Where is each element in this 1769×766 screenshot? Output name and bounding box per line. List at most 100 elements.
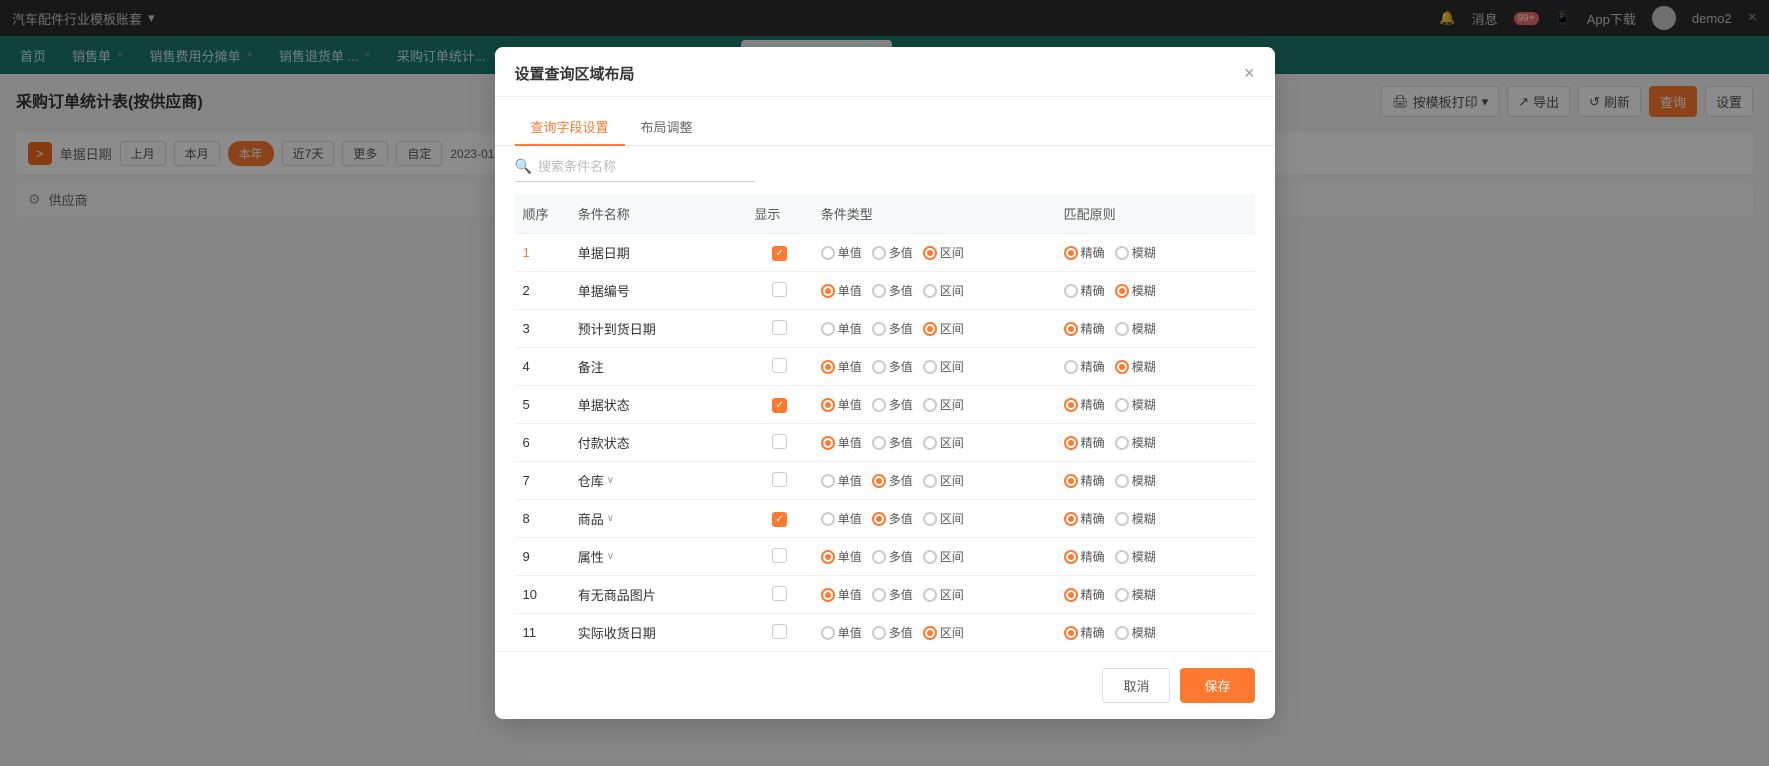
row-display [746, 462, 812, 500]
radio-label: 多值 [889, 320, 913, 337]
type-option-多值[interactable]: 多值 [872, 624, 913, 641]
type-option-多值[interactable]: 多值 [872, 548, 913, 565]
type-option-单值[interactable]: 单值 [821, 434, 862, 451]
radio-circle [1115, 550, 1129, 564]
display-checkbox[interactable] [772, 472, 787, 487]
match-option-模糊[interactable]: 模糊 [1115, 244, 1156, 261]
display-checkbox[interactable] [772, 512, 787, 527]
match-option-精确[interactable]: 精确 [1064, 282, 1105, 299]
radio-label: 模糊 [1132, 282, 1156, 299]
type-option-区间[interactable]: 区间 [923, 624, 964, 641]
radio-label: 单值 [838, 358, 862, 375]
row-order: 10 [515, 576, 570, 614]
type-option-单值[interactable]: 单值 [821, 358, 862, 375]
tab-query-fields[interactable]: 查询字段设置 [515, 109, 625, 146]
search-input[interactable] [538, 159, 738, 174]
display-checkbox[interactable] [772, 548, 787, 563]
type-option-多值[interactable]: 多值 [872, 586, 913, 603]
type-option-区间[interactable]: 区间 [923, 282, 964, 299]
type-option-单值[interactable]: 单值 [821, 624, 862, 641]
type-option-区间[interactable]: 区间 [923, 244, 964, 261]
type-option-单值[interactable]: 单值 [821, 586, 862, 603]
match-option-模糊[interactable]: 模糊 [1115, 320, 1156, 337]
match-option-精确[interactable]: 精确 [1064, 586, 1105, 603]
radio-circle [821, 512, 835, 526]
match-radio-group: 精确模糊 [1064, 472, 1247, 489]
row-type: 单值多值区间 [813, 424, 1056, 462]
tab-layout-adjust[interactable]: 布局调整 [625, 109, 709, 146]
row-name: 单据状态 [570, 386, 747, 424]
match-option-模糊[interactable]: 模糊 [1115, 510, 1156, 527]
match-option-模糊[interactable]: 模糊 [1115, 434, 1156, 451]
type-option-单值[interactable]: 单值 [821, 320, 862, 337]
type-option-区间[interactable]: 区间 [923, 510, 964, 527]
type-option-区间[interactable]: 区间 [923, 358, 964, 375]
match-option-精确[interactable]: 精确 [1064, 472, 1105, 489]
radio-circle [1064, 588, 1078, 602]
display-checkbox[interactable] [772, 586, 787, 601]
match-option-模糊[interactable]: 模糊 [1115, 358, 1156, 375]
row-display [746, 386, 812, 424]
type-option-多值[interactable]: 多值 [872, 244, 913, 261]
display-checkbox[interactable] [772, 282, 787, 297]
match-option-模糊[interactable]: 模糊 [1115, 396, 1156, 413]
radio-circle [1064, 512, 1078, 526]
tab-layout-adjust-label: 布局调整 [641, 120, 693, 135]
expand-arrow-icon[interactable]: ∨ [607, 551, 614, 562]
search-box: 🔍 [515, 158, 755, 182]
type-option-区间[interactable]: 区间 [923, 396, 964, 413]
type-option-多值[interactable]: 多值 [872, 396, 913, 413]
display-checkbox[interactable] [772, 434, 787, 449]
type-option-单值[interactable]: 单值 [821, 244, 862, 261]
match-option-精确[interactable]: 精确 [1064, 548, 1105, 565]
radio-label: 单值 [838, 320, 862, 337]
match-option-精确[interactable]: 精确 [1064, 244, 1105, 261]
display-checkbox[interactable] [772, 246, 787, 261]
match-option-精确[interactable]: 精确 [1064, 624, 1105, 641]
type-option-多值[interactable]: 多值 [872, 320, 913, 337]
row-display [746, 272, 812, 310]
type-option-单值[interactable]: 单值 [821, 396, 862, 413]
type-option-区间[interactable]: 区间 [923, 472, 964, 489]
type-option-单值[interactable]: 单值 [821, 472, 862, 489]
expand-arrow-icon[interactable]: ∨ [607, 475, 614, 486]
match-option-模糊[interactable]: 模糊 [1115, 548, 1156, 565]
radio-circle [1064, 398, 1078, 412]
type-option-多值[interactable]: 多值 [872, 358, 913, 375]
expand-arrow-icon[interactable]: ∨ [607, 513, 614, 524]
type-option-多值[interactable]: 多值 [872, 510, 913, 527]
match-option-精确[interactable]: 精确 [1064, 320, 1105, 337]
radio-label: 模糊 [1132, 434, 1156, 451]
type-option-单值[interactable]: 单值 [821, 510, 862, 527]
type-option-多值[interactable]: 多值 [872, 282, 913, 299]
type-option-区间[interactable]: 区间 [923, 320, 964, 337]
match-option-模糊[interactable]: 模糊 [1115, 282, 1156, 299]
type-option-多值[interactable]: 多值 [872, 434, 913, 451]
match-radio-group: 精确 模糊 [1064, 434, 1247, 451]
type-option-单值[interactable]: 单值 [821, 548, 862, 565]
save-button[interactable]: 保存 [1180, 668, 1254, 703]
display-checkbox[interactable] [772, 398, 787, 413]
match-option-模糊[interactable]: 模糊 [1115, 472, 1156, 489]
type-option-单值[interactable]: 单值 [821, 282, 862, 299]
row-match: 精确模糊 [1056, 386, 1255, 424]
display-checkbox[interactable] [772, 358, 787, 373]
cancel-button[interactable]: 取消 [1102, 668, 1170, 703]
display-checkbox[interactable] [772, 320, 787, 335]
match-option-精确[interactable]: 精确 [1064, 396, 1105, 413]
type-option-区间[interactable]: 区间 [923, 434, 964, 451]
type-option-区间[interactable]: 区间 [923, 548, 964, 565]
type-option-多值[interactable]: 多值 [872, 472, 913, 489]
table-row: 8商品∨单值多值区间精确模糊 [515, 500, 1255, 538]
type-option-区间[interactable]: 区间 [923, 586, 964, 603]
match-option-模糊[interactable]: 模糊 [1115, 624, 1156, 641]
match-option-精确[interactable]: 精确 [1064, 358, 1105, 375]
modal-close-button[interactable]: × [1244, 63, 1255, 84]
match-option-模糊[interactable]: 模糊 [1115, 586, 1156, 603]
row-display [746, 348, 812, 386]
match-option-精确[interactable]: 精确 [1064, 510, 1105, 527]
match-option-精确[interactable]: 精确 [1064, 434, 1105, 451]
display-checkbox[interactable] [772, 624, 787, 639]
modal-title: 设置查询区域布局 [515, 63, 635, 84]
th-type: 条件类型 [813, 194, 1056, 234]
